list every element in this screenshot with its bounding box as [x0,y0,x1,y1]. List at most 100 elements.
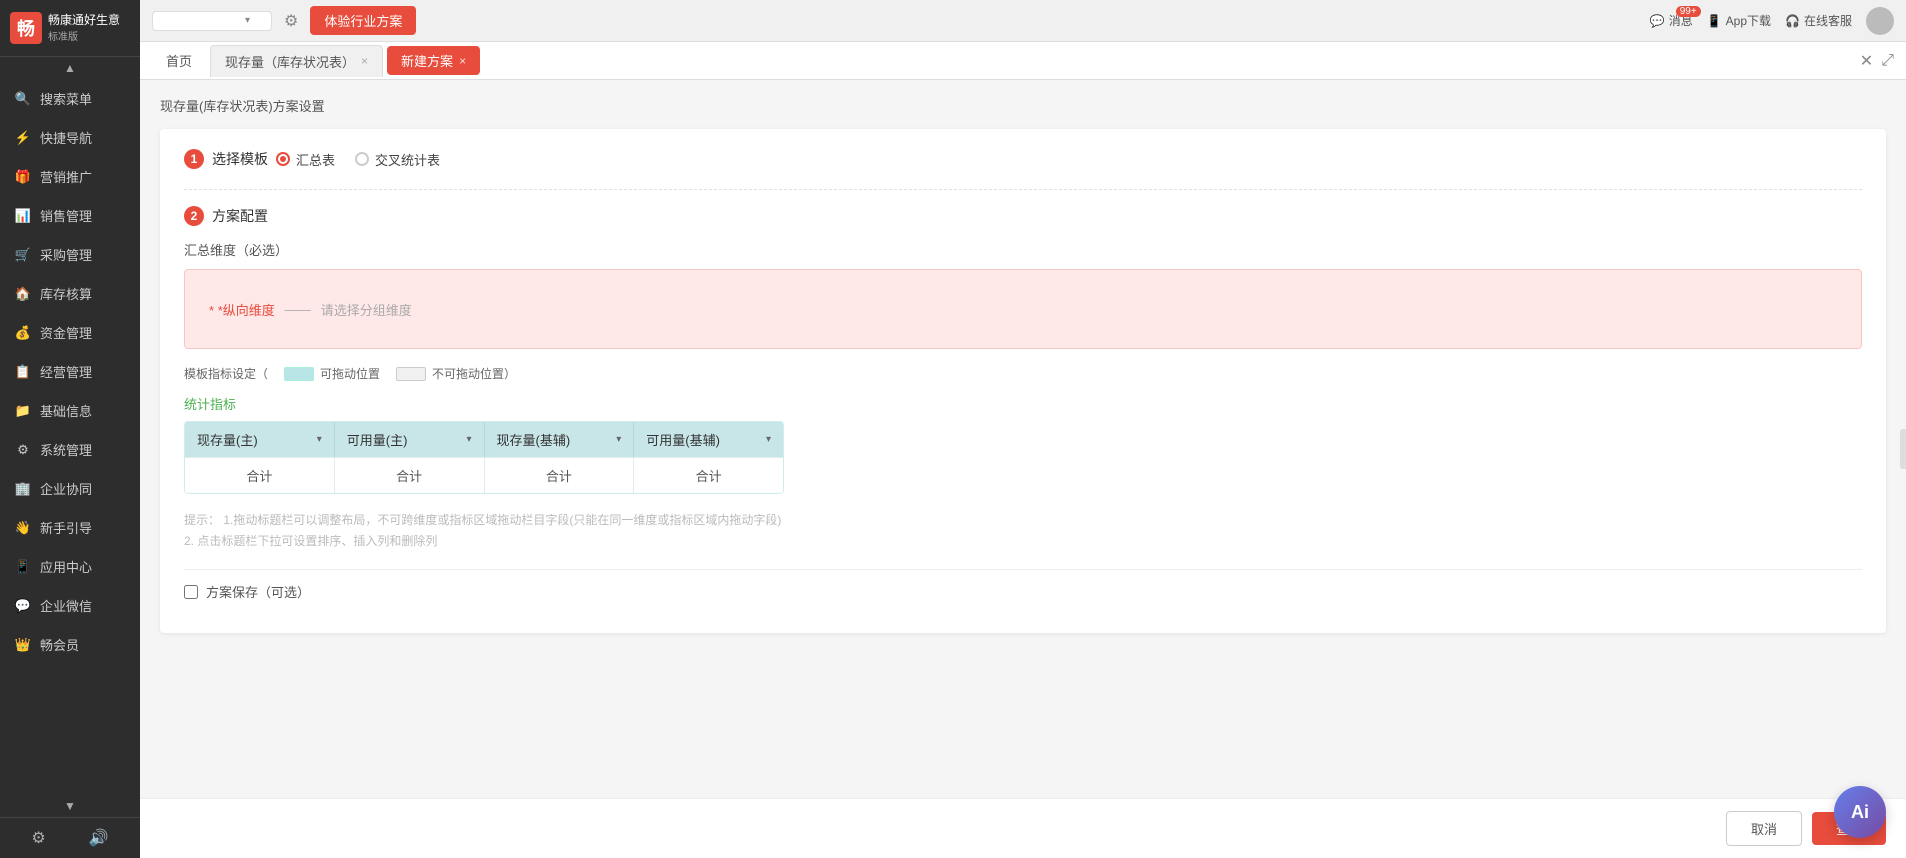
scheme-save-checkbox[interactable] [184,585,198,599]
app-center-icon: 📱 [14,558,32,576]
ai-badge[interactable]: Ai [1834,786,1886,838]
indicator-table: 现存量(主) ▾ 可用量(主) ▾ 现存量(基辅) ▾ [184,421,784,494]
col-1-chevron-icon[interactable]: ▾ [317,434,322,445]
basic-info-icon: 📁 [14,402,32,420]
tab-inventory-close-icon[interactable]: × [361,54,368,68]
sidebar-item-label: 资金管理 [40,323,92,342]
tab-new-scheme-label: 新建方案 [401,51,453,70]
step2-title: 方案配置 [212,206,268,226]
sidebar-item-quick-nav[interactable]: ⚡ 快捷导航 [0,118,140,157]
indicator-col-2[interactable]: 可用量(主) ▾ [335,422,485,457]
step1-title: 选择模板 [212,149,268,169]
indicator-header-row: 现存量(主) ▾ 可用量(主) ▾ 现存量(基辅) ▾ [185,422,783,457]
tab-close-btn[interactable]: ✕ [1860,51,1873,71]
col-4-chevron-icon[interactable]: ▾ [766,434,771,445]
indicator-col-4[interactable]: 可用量(基辅) ▾ [634,422,783,457]
step2-header: 2 方案配置 [184,206,1862,226]
footer-bar: 取消 查询 [140,798,1906,858]
app-download-icon: 📱 [1707,14,1722,28]
sidebar-item-system[interactable]: ⚙ 系统管理 [0,430,140,469]
tab-home[interactable]: 首页 [152,45,206,76]
sidebar-item-label: 营销推广 [40,167,92,186]
sidebar-item-purchase[interactable]: 🛒 采购管理 [0,235,140,274]
content-area: 现存量(库存状况表)方案设置 1 选择模板 汇总表 交叉统计表 [140,80,1906,798]
sidebar-item-label: 销售管理 [40,206,92,225]
tab-inventory-status[interactable]: 现存量（库存状况表） × [210,45,383,77]
sidebar-item-finance[interactable]: 💰 资金管理 [0,313,140,352]
sidebar-nav: ⚡ 快捷导航 🎁 营销推广 📊 销售管理 🛒 采购管理 🏠 库存核算 💰 资金管… [0,118,140,795]
radio-cross[interactable]: 交叉统计表 [355,150,440,169]
dim-config-area[interactable]: * *纵向维度 —— 请选择分组维度 [184,269,1862,349]
indicator-col-1-label: 现存量(主) [197,430,258,449]
tab-new-scheme-close-icon[interactable]: × [459,54,466,68]
sidebar-scroll-down[interactable]: ▼ [0,795,140,817]
message-icon: 💬 [1650,14,1665,28]
topbar-gear-icon[interactable]: ⚙ [284,11,298,31]
sidebar: 畅 畅康通好生意 标准版 ▲ 🔍 搜索菜单 ⚡ 快捷导航 🎁 营销推广 📊 销售… [0,0,140,858]
settings-icon[interactable]: ⚙ [31,828,45,848]
sidebar-scroll-up[interactable]: ▲ [0,57,140,79]
purchase-icon: 🛒 [14,246,32,264]
operations-icon: 📋 [14,363,32,381]
sidebar-item-enterprise[interactable]: 🏢 企业协同 [0,469,140,508]
indicator-col-4-label: 可用量(基辅) [646,430,720,449]
cancel-button[interactable]: 取消 [1726,811,1802,846]
indicator-cell-2: 合计 [335,458,485,493]
radio-cross-label: 交叉统计表 [375,150,440,169]
step1-header: 1 选择模板 汇总表 交叉统计表 [184,149,1862,169]
sidebar-item-enterprise-wechat[interactable]: 💬 企业微信 [0,586,140,625]
quick-nav-icon: ⚡ [14,129,32,147]
sidebar-item-operations[interactable]: 📋 经营管理 [0,352,140,391]
tab-new-scheme[interactable]: 新建方案 × [387,46,480,75]
tab-expand-btn[interactable]: ⤢ [1881,51,1894,71]
legend-draggable-label: 可拖动位置 [320,365,380,382]
legend-draggable-item: 可拖动位置 [284,365,380,382]
sidebar-item-marketing[interactable]: 🎁 营销推广 [0,157,140,196]
topbar-input-group: ▾ [152,11,272,31]
app-download-btn[interactable]: 📱 App下载 [1707,12,1771,29]
stats-label: 统计指标 [184,394,1862,413]
sidebar-item-basic-info[interactable]: 📁 基础信息 [0,391,140,430]
right-resize-handle[interactable] [1900,429,1906,469]
sidebar-item-label: 快捷导航 [40,128,92,147]
indicator-cell-1: 合计 [185,458,335,493]
tab-inventory-label: 现存量（库存状况表） [225,52,355,71]
trial-btn[interactable]: 体验行业方案 [310,6,416,35]
app-edition: 标准版 [48,28,120,43]
indicator-col-1[interactable]: 现存量(主) ▾ [185,422,335,457]
step2-badge: 2 [184,206,204,226]
tabbar: 首页 现存量（库存状况表） × 新建方案 × ✕ ⤢ [140,42,1906,80]
audio-icon[interactable]: 🔊 [89,828,109,848]
indicator-col-3[interactable]: 现存量(基辅) ▾ [485,422,635,457]
app-name: 畅康通好生意 [48,13,120,29]
col-2-chevron-icon[interactable]: ▾ [466,434,471,445]
legend-draggable-box [284,367,314,381]
tabbar-actions: ✕ ⤢ [1860,51,1894,71]
sidebar-item-member[interactable]: 👑 畅会员 [0,625,140,664]
topbar-chevron-icon[interactable]: ▾ [245,15,250,26]
sidebar-item-sales[interactable]: 📊 销售管理 [0,196,140,235]
step2-section: 2 方案配置 汇总维度（必选） * *纵向维度 —— 请选择分组维度 模板指标设… [184,206,1862,549]
radio-summary-dot [276,152,290,166]
sidebar-item-inventory[interactable]: 🏠 库存核算 [0,274,140,313]
indicator-legend: 模板指标设定（ 可拖动位置 不可拖动位置） [184,365,1862,382]
sidebar-search[interactable]: 🔍 搜索菜单 [0,79,140,118]
enterprise-wechat-icon: 💬 [14,597,32,615]
online-service-btn[interactable]: 🎧 在线客服 [1785,12,1852,29]
message-btn[interactable]: 💬 消息 99+ [1650,12,1693,29]
sidebar-item-label: 新手引导 [40,518,92,537]
step1-section: 1 选择模板 汇总表 交叉统计表 [184,149,1862,169]
radio-summary[interactable]: 汇总表 [276,150,335,169]
indicator-col-3-label: 现存量(基辅) [497,430,571,449]
radio-summary-label: 汇总表 [296,150,335,169]
user-avatar[interactable] [1866,7,1894,35]
topbar-input[interactable] [161,14,241,28]
legend-prefix-label: 模板指标设定（ [184,365,268,382]
divider-1 [184,189,1862,190]
legend-not-draggable-box [396,367,426,381]
dim-dash: —— [285,302,311,317]
enterprise-icon: 🏢 [14,480,32,498]
sidebar-item-new-guide[interactable]: 👋 新手引导 [0,508,140,547]
sidebar-item-app-center[interactable]: 📱 应用中心 [0,547,140,586]
col-3-chevron-icon[interactable]: ▾ [616,434,621,445]
